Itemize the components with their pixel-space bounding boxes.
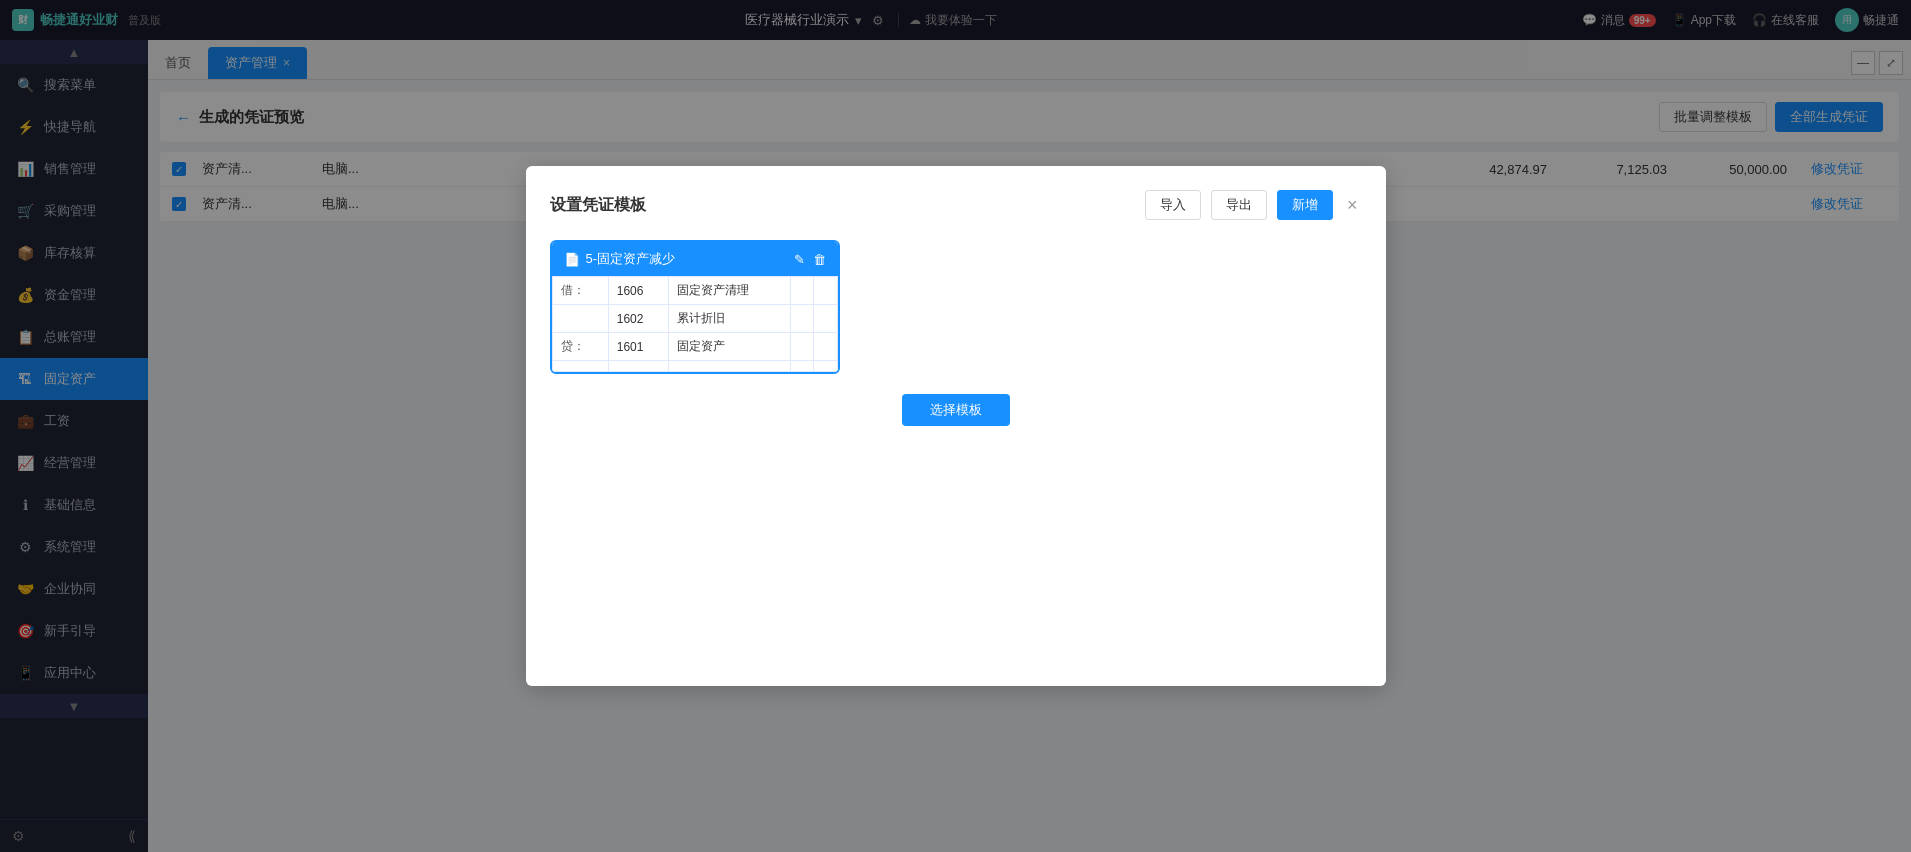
name-4 [668,361,790,372]
import-btn[interactable]: 导入 [1145,190,1201,220]
debit-4 [790,361,813,372]
credit-2 [814,305,837,333]
code-2: 1602 [608,305,668,333]
template-icon: 📄 [564,252,580,267]
credit-3 [814,333,837,361]
modal-close-btn[interactable]: × [1343,190,1362,220]
debit-2 [790,305,813,333]
code-3: 1601 [608,333,668,361]
export-btn[interactable]: 导出 [1211,190,1267,220]
template-card-actions: ✎ 🗑 [794,252,826,267]
direction-3: 贷： [552,333,608,361]
direction-1: 借： [552,277,608,305]
main-layout: ▲ 🔍 搜索菜单 ⚡ 快捷导航 📊 销售管理 🛒 采购管理 📦 库存核算 [0,40,1911,852]
modal-title: 设置凭证模板 [550,195,646,216]
template-table: 借： 1606 固定资产清理 1602 [552,276,838,372]
template-row-1: 借： 1606 固定资产清理 [552,277,837,305]
direction-4 [552,361,608,372]
direction-2 [552,305,608,333]
template-card-header: 📄 5-固定资产减少 ✎ 🗑 [552,242,838,276]
template-title: 5-固定资产减少 [586,250,676,268]
template-row-4 [552,361,837,372]
debit-3 [790,333,813,361]
template-edit-icon[interactable]: ✎ [794,252,805,267]
modal-dialog: 设置凭证模板 导入 导出 新增 × [526,166,1386,686]
page-content: ← 生成的凭证预览 批量调整模板 全部生成凭证 资产清... 电脑... [148,80,1911,852]
modal-header: 设置凭证模板 导入 导出 新增 × [550,190,1362,220]
select-template-btn[interactable]: 选择模板 [902,394,1010,426]
new-template-btn[interactable]: 新增 [1277,190,1333,220]
template-row-2: 1602 累计折旧 [552,305,837,333]
template-row-3: 贷： 1601 固定资产 [552,333,837,361]
debit-1 [790,277,813,305]
name-1: 固定资产清理 [668,277,790,305]
credit-1 [814,277,837,305]
modal-overlay: 设置凭证模板 导入 导出 新增 × [148,80,1911,852]
name-2: 累计折旧 [668,305,790,333]
code-4 [608,361,668,372]
template-card-title-area: 📄 5-固定资产减少 [564,250,676,268]
modal-content: 📄 5-固定资产减少 ✎ 🗑 [550,240,1362,640]
template-delete-icon[interactable]: 🗑 [813,252,826,267]
template-card-body: 借： 1606 固定资产清理 1602 [552,276,838,372]
credit-4 [814,361,837,372]
name-3: 固定资产 [668,333,790,361]
template-card: 📄 5-固定资产减少 ✎ 🗑 [550,240,840,374]
code-1: 1606 [608,277,668,305]
modal-toolbar: 导入 导出 新增 × [1145,190,1362,220]
content-area: 首页 资产管理 × — ⤢ ← 生成的凭证预览 [148,40,1911,852]
